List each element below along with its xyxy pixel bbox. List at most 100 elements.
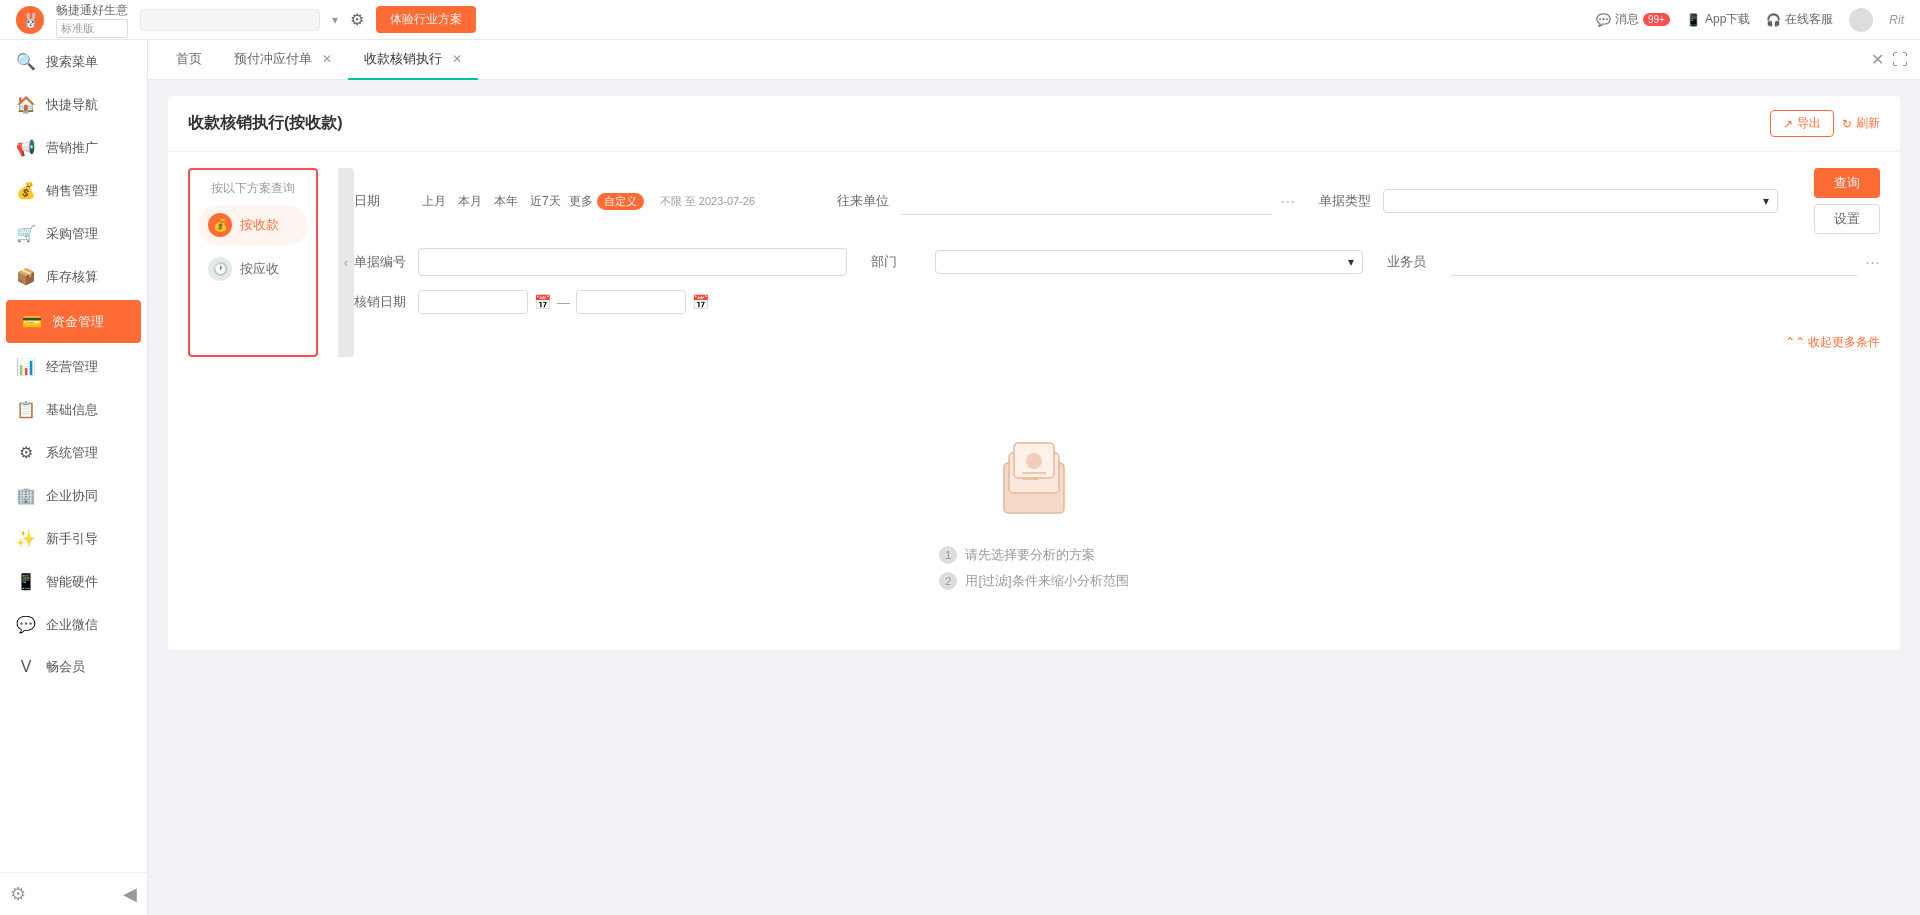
tab-collection[interactable]: 收款核销执行 ✕ (348, 40, 478, 80)
search-icon: 🔍 (16, 52, 36, 71)
partner-field: 往来单位 ··· (837, 187, 1296, 215)
dept-select[interactable]: ▾ (935, 250, 1364, 274)
sidebar-item-marketing[interactable]: 📢 营销推广 (0, 126, 147, 169)
clipboard-icon: 📋 (16, 400, 36, 419)
empty-illustration (984, 433, 1084, 526)
chevron-down-icon[interactable]: ▾ (332, 13, 338, 27)
chevron-up-icon: ⌃⌃ (1785, 335, 1805, 349)
enterprise-icon: 🏢 (16, 486, 36, 505)
verify-date-group: 2023-03-01 📅 — 2023-07-21 📅 (418, 290, 1880, 314)
tab-close-collection[interactable]: ✕ (452, 52, 462, 66)
verify-date-start-input[interactable]: 2023-03-01 (418, 290, 528, 314)
empty-state: 1 请先选择要分析的方案 2 用[过滤]条件来缩小分析范围 (168, 373, 1900, 650)
date-shortcut-this-month[interactable]: 本月 (454, 191, 486, 212)
solution-button[interactable]: 体验行业方案 (376, 6, 476, 33)
online-service-item[interactable]: 🎧 在线客服 (1766, 11, 1833, 28)
message-badge: 99+ (1643, 13, 1670, 26)
empty-tip-1: 1 请先选择要分析的方案 (939, 546, 1128, 564)
date-shortcut-last-month[interactable]: 上月 (418, 191, 450, 212)
partner-input[interactable] (901, 187, 1273, 215)
page-title: 收款核销执行(按收款) (188, 113, 343, 148)
refresh-button[interactable]: ↻ 刷新 (1842, 110, 1880, 137)
box-icon: 📦 (16, 267, 36, 286)
refresh-icon: ↻ (1842, 117, 1852, 131)
date-label: 日期 (354, 192, 410, 210)
export-button[interactable]: ↗ 导出 (1770, 110, 1834, 137)
message-item[interactable]: 💬 消息 99+ (1596, 11, 1670, 28)
calendar-start-icon[interactable]: 📅 (534, 294, 551, 310)
tab-close-all-button[interactable]: ✕ (1871, 50, 1884, 69)
filter-option-by-receivable[interactable]: 🕐 按应收 (198, 249, 308, 289)
card-icon: 💳 (22, 312, 42, 331)
staff-input[interactable] (1451, 248, 1857, 276)
sidebar-item-member[interactable]: V 畅会员 (0, 646, 147, 688)
page-header: 收款核销执行(按收款) ↗ 导出 ↻ 刷新 (168, 96, 1900, 152)
sidebar-item-business[interactable]: 📊 经营管理 (0, 345, 147, 388)
staff-label: 业务员 (1387, 253, 1443, 271)
tab-bar: 首页 预付冲应付单 ✕ 收款核销执行 ✕ ✕ ⛶ (148, 40, 1920, 80)
sidebar-item-hardware[interactable]: 📱 智能硬件 (0, 560, 147, 603)
sidebar-item-purchase[interactable]: 🛒 采购管理 (0, 212, 147, 255)
sidebar-item-wechat[interactable]: 💬 企业微信 (0, 603, 147, 646)
gear-icon[interactable]: ⚙ (350, 10, 364, 29)
date-shortcut-7days[interactable]: 近7天 (526, 191, 565, 212)
cart-icon: 🛒 (16, 224, 36, 243)
filter-layout: 按以下方案查询 💰 按收款 🕐 按应收 ‹ (188, 168, 1880, 357)
sidebar-item-basic-info[interactable]: 📋 基础信息 (0, 388, 147, 431)
tab-bar-actions: ✕ ⛶ (1871, 50, 1908, 69)
system-icon: ⚙ (16, 443, 36, 462)
sidebar-item-enterprise[interactable]: 🏢 企业协同 (0, 474, 147, 517)
logo-icon: 🐰 (16, 6, 44, 34)
tab-prepay[interactable]: 预付冲应付单 ✕ (218, 40, 348, 80)
app-download-item[interactable]: 📱 App下载 (1686, 11, 1750, 28)
tip-num-1: 1 (939, 546, 957, 564)
doc-number-field: 单据编号 (354, 248, 847, 276)
date-shortcut-more[interactable]: 更多 (569, 193, 593, 210)
sidebar-item-finance[interactable]: 💳 资金管理 (6, 300, 141, 343)
date-shortcut-this-year[interactable]: 本年 (490, 191, 522, 212)
export-icon: ↗ (1783, 117, 1793, 131)
date-shortcuts: 上月 本月 本年 近7天 更多 自定义 (418, 191, 644, 212)
partner-dots-icon[interactable]: ··· (1280, 191, 1295, 212)
tab-home[interactable]: 首页 (160, 40, 218, 80)
collapse-icon[interactable]: ◀ (123, 883, 137, 905)
member-icon: V (16, 658, 36, 676)
sidebar-item-search-menu[interactable]: 🔍 搜索菜单 (0, 40, 147, 83)
search-input[interactable] (140, 9, 320, 31)
collapse-divider[interactable]: ‹ (338, 168, 354, 357)
doc-type-field: 单据类型 ▾ (1319, 189, 1778, 213)
verify-date-end-input[interactable]: 2023-07-21 (576, 290, 686, 314)
date-custom-badge[interactable]: 自定义 (597, 193, 644, 210)
logo: 🐰 (16, 6, 44, 34)
date-range-display: 不限 至 2023-07-26 (660, 194, 755, 209)
sidebar-item-guide[interactable]: ✨ 新手引导 (0, 517, 147, 560)
calendar-end-icon[interactable]: 📅 (692, 294, 709, 310)
staff-dots-icon[interactable]: ··· (1865, 252, 1880, 273)
main-layout: 🔍 搜索菜单 🏠 快捷导航 📢 营销推广 💰 销售管理 🛒 采购管理 📦 库存核… (0, 40, 1920, 915)
query-button[interactable]: 查询 (1814, 168, 1880, 198)
sidebar-item-quick-nav[interactable]: 🏠 快捷导航 (0, 83, 147, 126)
filter-row-3: 核销日期 2023-03-01 📅 — 2023-07-21 📅 (354, 290, 1880, 314)
sidebar-item-inventory[interactable]: 📦 库存核算 (0, 255, 147, 298)
filter-panel: 按以下方案查询 💰 按收款 🕐 按应收 ‹ (168, 152, 1900, 373)
app-icon: 📱 (1686, 13, 1701, 27)
more-conditions-toggle[interactable]: ⌃⌃ 收起更多条件 (354, 328, 1880, 357)
sidebar-item-sales[interactable]: 💰 销售管理 (0, 169, 147, 212)
svg-point-3 (1026, 453, 1042, 469)
hardware-icon: 📱 (16, 572, 36, 591)
filter-settings-button[interactable]: 设置 (1814, 204, 1880, 234)
tab-expand-button[interactable]: ⛶ (1892, 50, 1908, 69)
empty-tip-2: 2 用[过滤]条件来缩小分析范围 (939, 572, 1128, 590)
settings-bottom-icon[interactable]: ⚙ (10, 883, 26, 905)
megaphone-icon: 📢 (16, 138, 36, 157)
sidebar-item-system[interactable]: ⚙ 系统管理 (0, 431, 147, 474)
service-icon: 🎧 (1766, 13, 1781, 27)
tab-close-prepay[interactable]: ✕ (322, 52, 332, 66)
sidebar: 🔍 搜索菜单 🏠 快捷导航 📢 营销推广 💰 销售管理 🛒 采购管理 📦 库存核… (0, 40, 148, 915)
filter-row-1: 日期 上月 本月 本年 近7天 更多 自定义 不限 至 2023-07-26 (354, 168, 1880, 234)
filter-option-by-receipt[interactable]: 💰 按收款 (198, 205, 308, 245)
doc-type-select[interactable]: ▾ (1383, 189, 1778, 213)
doc-number-input[interactable] (418, 248, 847, 276)
page-content: 收款核销执行(按收款) ↗ 导出 ↻ 刷新 按以 (148, 80, 1920, 915)
avatar[interactable] (1849, 8, 1873, 32)
